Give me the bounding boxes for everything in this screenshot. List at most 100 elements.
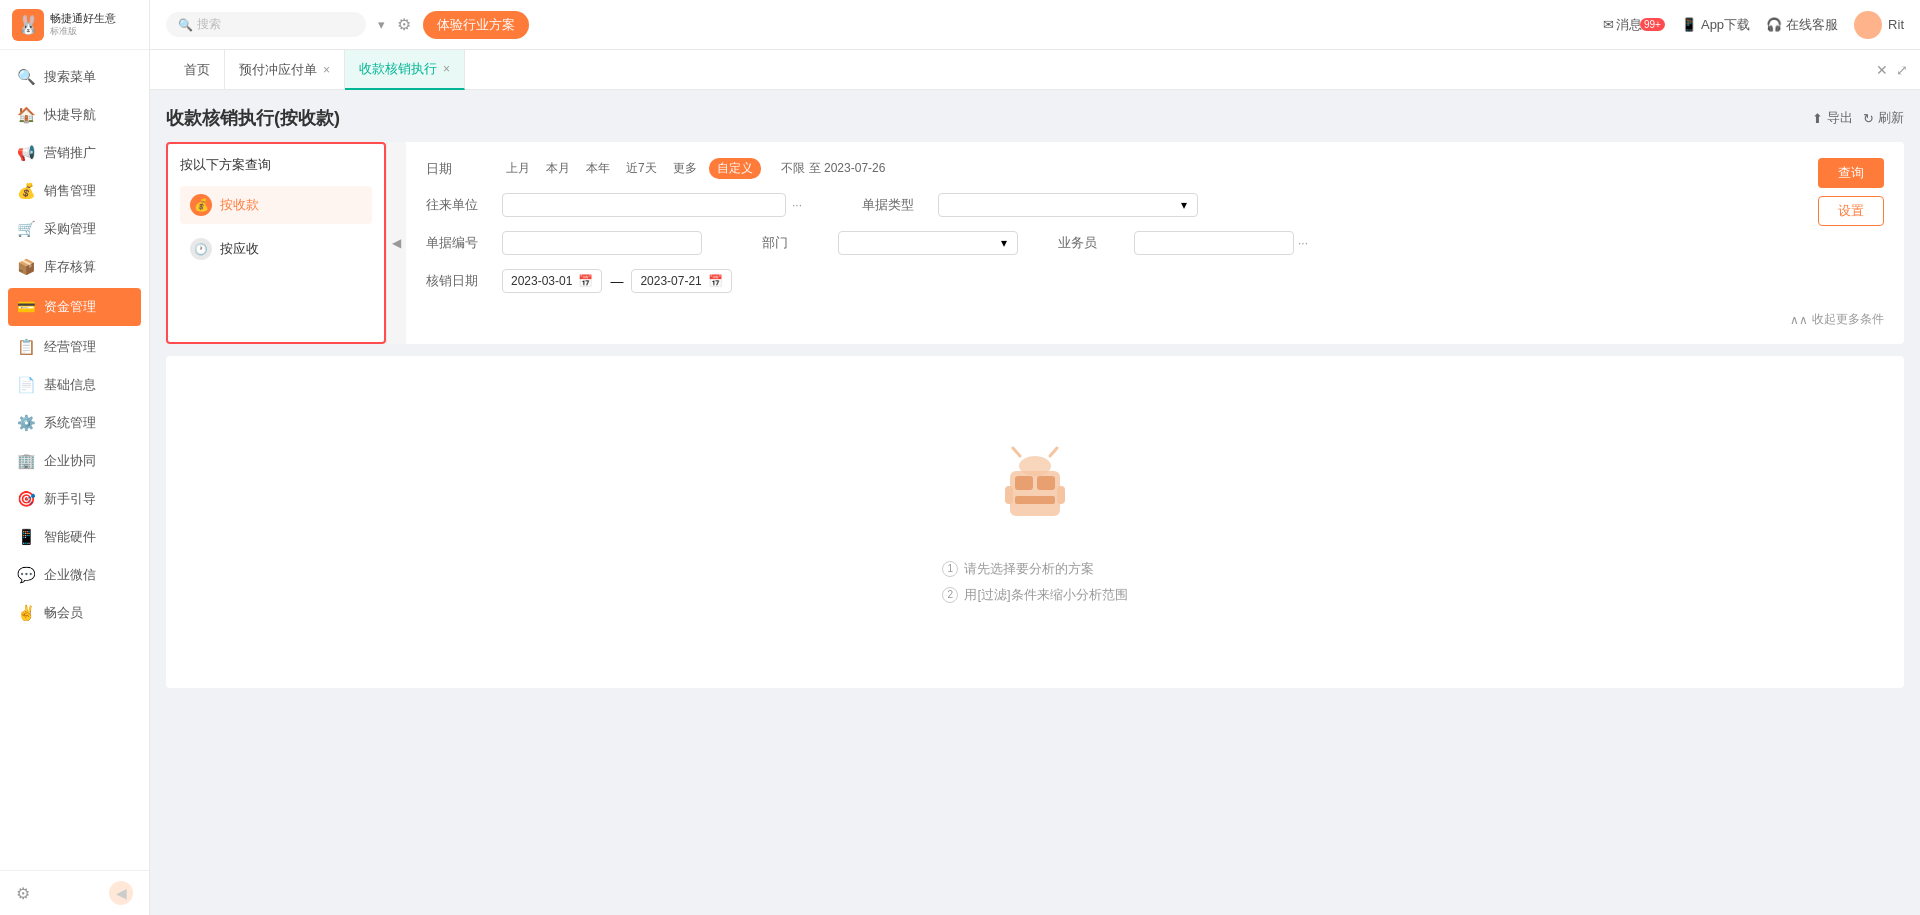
sidebar-item-basic[interactable]: 📄 基础信息 — [0, 366, 149, 404]
counterpart-input[interactable] — [502, 193, 786, 217]
tab-bar-right: ✕ ⤢ — [1876, 62, 1920, 78]
doc-type-select[interactable]: ▾ — [938, 193, 1198, 217]
verify-date-range: 2023-03-01 📅 — 2023-07-21 📅 — [502, 269, 732, 293]
sidebar-item-inventory[interactable]: 📦 库存核算 — [0, 248, 149, 286]
date-btn-custom[interactable]: 自定义 — [709, 158, 761, 179]
collapse-up-icon: ∧∧ — [1790, 313, 1808, 327]
filter-panel-title: 按以下方案查询 — [180, 156, 372, 174]
receipt-tab-close[interactable]: × — [443, 62, 450, 76]
counterpart-label: 往来单位 — [426, 196, 482, 214]
sidebar-label-guide: 新手引导 — [44, 490, 96, 508]
export-icon: ⬆ — [1812, 111, 1823, 126]
settings-gear-icon[interactable]: ⚙ — [397, 15, 411, 34]
tab-prepay[interactable]: 预付冲应付单 × — [225, 50, 345, 90]
tab-expand-icon[interactable]: ⤢ — [1896, 62, 1908, 78]
date-label: 日期 — [426, 160, 482, 178]
svg-rect-2 — [1037, 476, 1055, 490]
sidebar-item-marketing[interactable]: 📢 营销推广 — [0, 134, 149, 172]
online-service-label: 在线客服 — [1786, 16, 1838, 34]
operation-nav-icon: 📋 — [16, 338, 36, 356]
sidebar-item-member[interactable]: ✌ 畅会员 — [0, 594, 149, 632]
svg-line-7 — [1013, 448, 1020, 456]
date-btn-this-month[interactable]: 本月 — [542, 158, 574, 179]
refresh-icon: ↻ — [1863, 111, 1874, 126]
message-icon: ✉ — [1603, 17, 1614, 32]
collapse-arrow-icon: ◀ — [392, 236, 401, 250]
tip-text-2: 用[过滤]条件来缩小分析范围 — [964, 582, 1127, 608]
marketing-nav-icon: 📢 — [16, 144, 36, 162]
filter-collapse-btn[interactable]: ◀ — [386, 142, 406, 344]
sidebar: 🐰 畅捷通好生意 标准版 🔍 搜索菜单 🏠 快捷导航 📢 营销推广 💰 销售管理… — [0, 0, 150, 915]
tab-close-all-icon[interactable]: ✕ — [1876, 62, 1888, 78]
app-download-btn[interactable]: 📱 App下载 — [1681, 16, 1750, 34]
tab-home[interactable]: 首页 — [170, 50, 225, 90]
empty-tips: 1 请先选择要分析的方案 2 用[过滤]条件来缩小分析范围 — [942, 556, 1127, 608]
member-nav-icon: ✌ — [16, 604, 36, 622]
filter-by-receivable[interactable]: 🕐 按应收 — [180, 230, 372, 268]
filter-settings-btn[interactable]: 设置 — [1818, 196, 1884, 226]
phone-icon: 📱 — [1681, 17, 1697, 32]
tab-receipt[interactable]: 收款核销执行 × — [345, 50, 465, 90]
staff-more-icon[interactable]: ··· — [1298, 236, 1308, 250]
sidebar-item-hardware[interactable]: 📱 智能硬件 — [0, 518, 149, 556]
date-btn-last-month[interactable]: 上月 — [502, 158, 534, 179]
user-area[interactable]: Rit — [1854, 11, 1904, 39]
dropdown-arrow-icon[interactable]: ▾ — [378, 17, 385, 32]
header-actions: ⬆ 导出 ↻ 刷新 — [1812, 109, 1904, 127]
home-tab-label: 首页 — [184, 61, 210, 79]
sidebar-item-system[interactable]: ⚙️ 系统管理 — [0, 404, 149, 442]
global-search[interactable]: 🔍 搜索 — [166, 12, 366, 37]
sidebar-settings-icon[interactable]: ⚙ — [16, 884, 30, 903]
page-title: 收款核销执行(按收款) — [166, 106, 340, 130]
sidebar-item-purchase[interactable]: 🛒 采购管理 — [0, 210, 149, 248]
prepay-tab-close[interactable]: × — [323, 63, 330, 77]
calendar-start-icon: 📅 — [578, 274, 593, 288]
sidebar-collapse-btn[interactable]: ◀ — [109, 881, 133, 905]
filter-container: 按以下方案查询 💰 按收款 🕐 按应收 ◀ — [166, 142, 1904, 344]
date-btn-this-year[interactable]: 本年 — [582, 158, 614, 179]
top-bar-left: 🔍 搜索 ▾ ⚙ 体验行业方案 — [166, 11, 529, 39]
sidebar-item-operation[interactable]: 📋 经营管理 — [0, 328, 149, 366]
verify-date-end[interactable]: 2023-07-21 📅 — [631, 269, 731, 293]
verify-end-value: 2023-07-21 — [640, 274, 701, 288]
sidebar-bottom: ⚙ ◀ — [0, 870, 149, 915]
message-btn[interactable]: ✉ 消息 99+ — [1603, 16, 1665, 34]
sidebar-item-shortcut[interactable]: 🏠 快捷导航 — [0, 96, 149, 134]
filter-by-receipt[interactable]: 💰 按收款 — [180, 186, 372, 224]
online-service-btn[interactable]: 🎧 在线客服 — [1766, 16, 1838, 34]
finance-nav-icon: 💳 — [16, 298, 36, 316]
top-bar-right: ✉ 消息 99+ 📱 App下载 🎧 在线客服 Rit — [1603, 11, 1904, 39]
refresh-btn[interactable]: ↻ 刷新 — [1863, 109, 1904, 127]
svg-rect-4 — [1005, 486, 1013, 504]
empty-state: 1 请先选择要分析的方案 2 用[过滤]条件来缩小分析范围 — [166, 356, 1904, 688]
export-btn[interactable]: ⬆ 导出 — [1812, 109, 1853, 127]
staff-input[interactable] — [1134, 231, 1294, 255]
counterpart-more-icon[interactable]: ··· — [792, 198, 802, 212]
industry-solution-btn[interactable]: 体验行业方案 — [423, 11, 529, 39]
sidebar-item-wechat[interactable]: 💬 企业微信 — [0, 556, 149, 594]
svg-point-6 — [1019, 456, 1051, 476]
sidebar-item-sales[interactable]: 💰 销售管理 — [0, 172, 149, 210]
date-buttons: 上月 本月 本年 近7天 更多 自定义 — [502, 158, 761, 179]
verify-date-row: 核销日期 2023-03-01 📅 — 2023-07-21 📅 — [426, 269, 1798, 293]
sidebar-item-guide[interactable]: 🎯 新手引导 — [0, 480, 149, 518]
date-btn-7days[interactable]: 近7天 — [622, 158, 661, 179]
query-btn[interactable]: 查询 — [1818, 158, 1884, 188]
date-btn-more[interactable]: 更多 — [669, 158, 701, 179]
docno-filter-row: 单据编号 部门 ▾ 业务员 ··· — [426, 231, 1798, 255]
sidebar-item-search[interactable]: 🔍 搜索菜单 — [0, 58, 149, 96]
tip-row-2: 2 用[过滤]条件来缩小分析范围 — [942, 582, 1127, 608]
sidebar-item-enterprise[interactable]: 🏢 企业协同 — [0, 442, 149, 480]
by-receipt-label: 按收款 — [220, 196, 259, 214]
sidebar-label-basic: 基础信息 — [44, 376, 96, 394]
message-badge: 99+ — [1640, 18, 1665, 31]
by-receivable-icon: 🕐 — [190, 238, 212, 260]
hardware-nav-icon: 📱 — [16, 528, 36, 546]
verify-date-start[interactable]: 2023-03-01 📅 — [502, 269, 602, 293]
staff-area: ··· — [1134, 231, 1308, 255]
department-select[interactable]: ▾ — [838, 231, 1018, 255]
collapse-more-btn[interactable]: ∧∧ 收起更多条件 — [426, 311, 1884, 328]
sidebar-item-finance[interactable]: 💳 资金管理 — [8, 288, 141, 326]
date-limit-info: 不限 至 2023-07-26 — [781, 160, 886, 177]
doc-no-input[interactable] — [502, 231, 702, 255]
